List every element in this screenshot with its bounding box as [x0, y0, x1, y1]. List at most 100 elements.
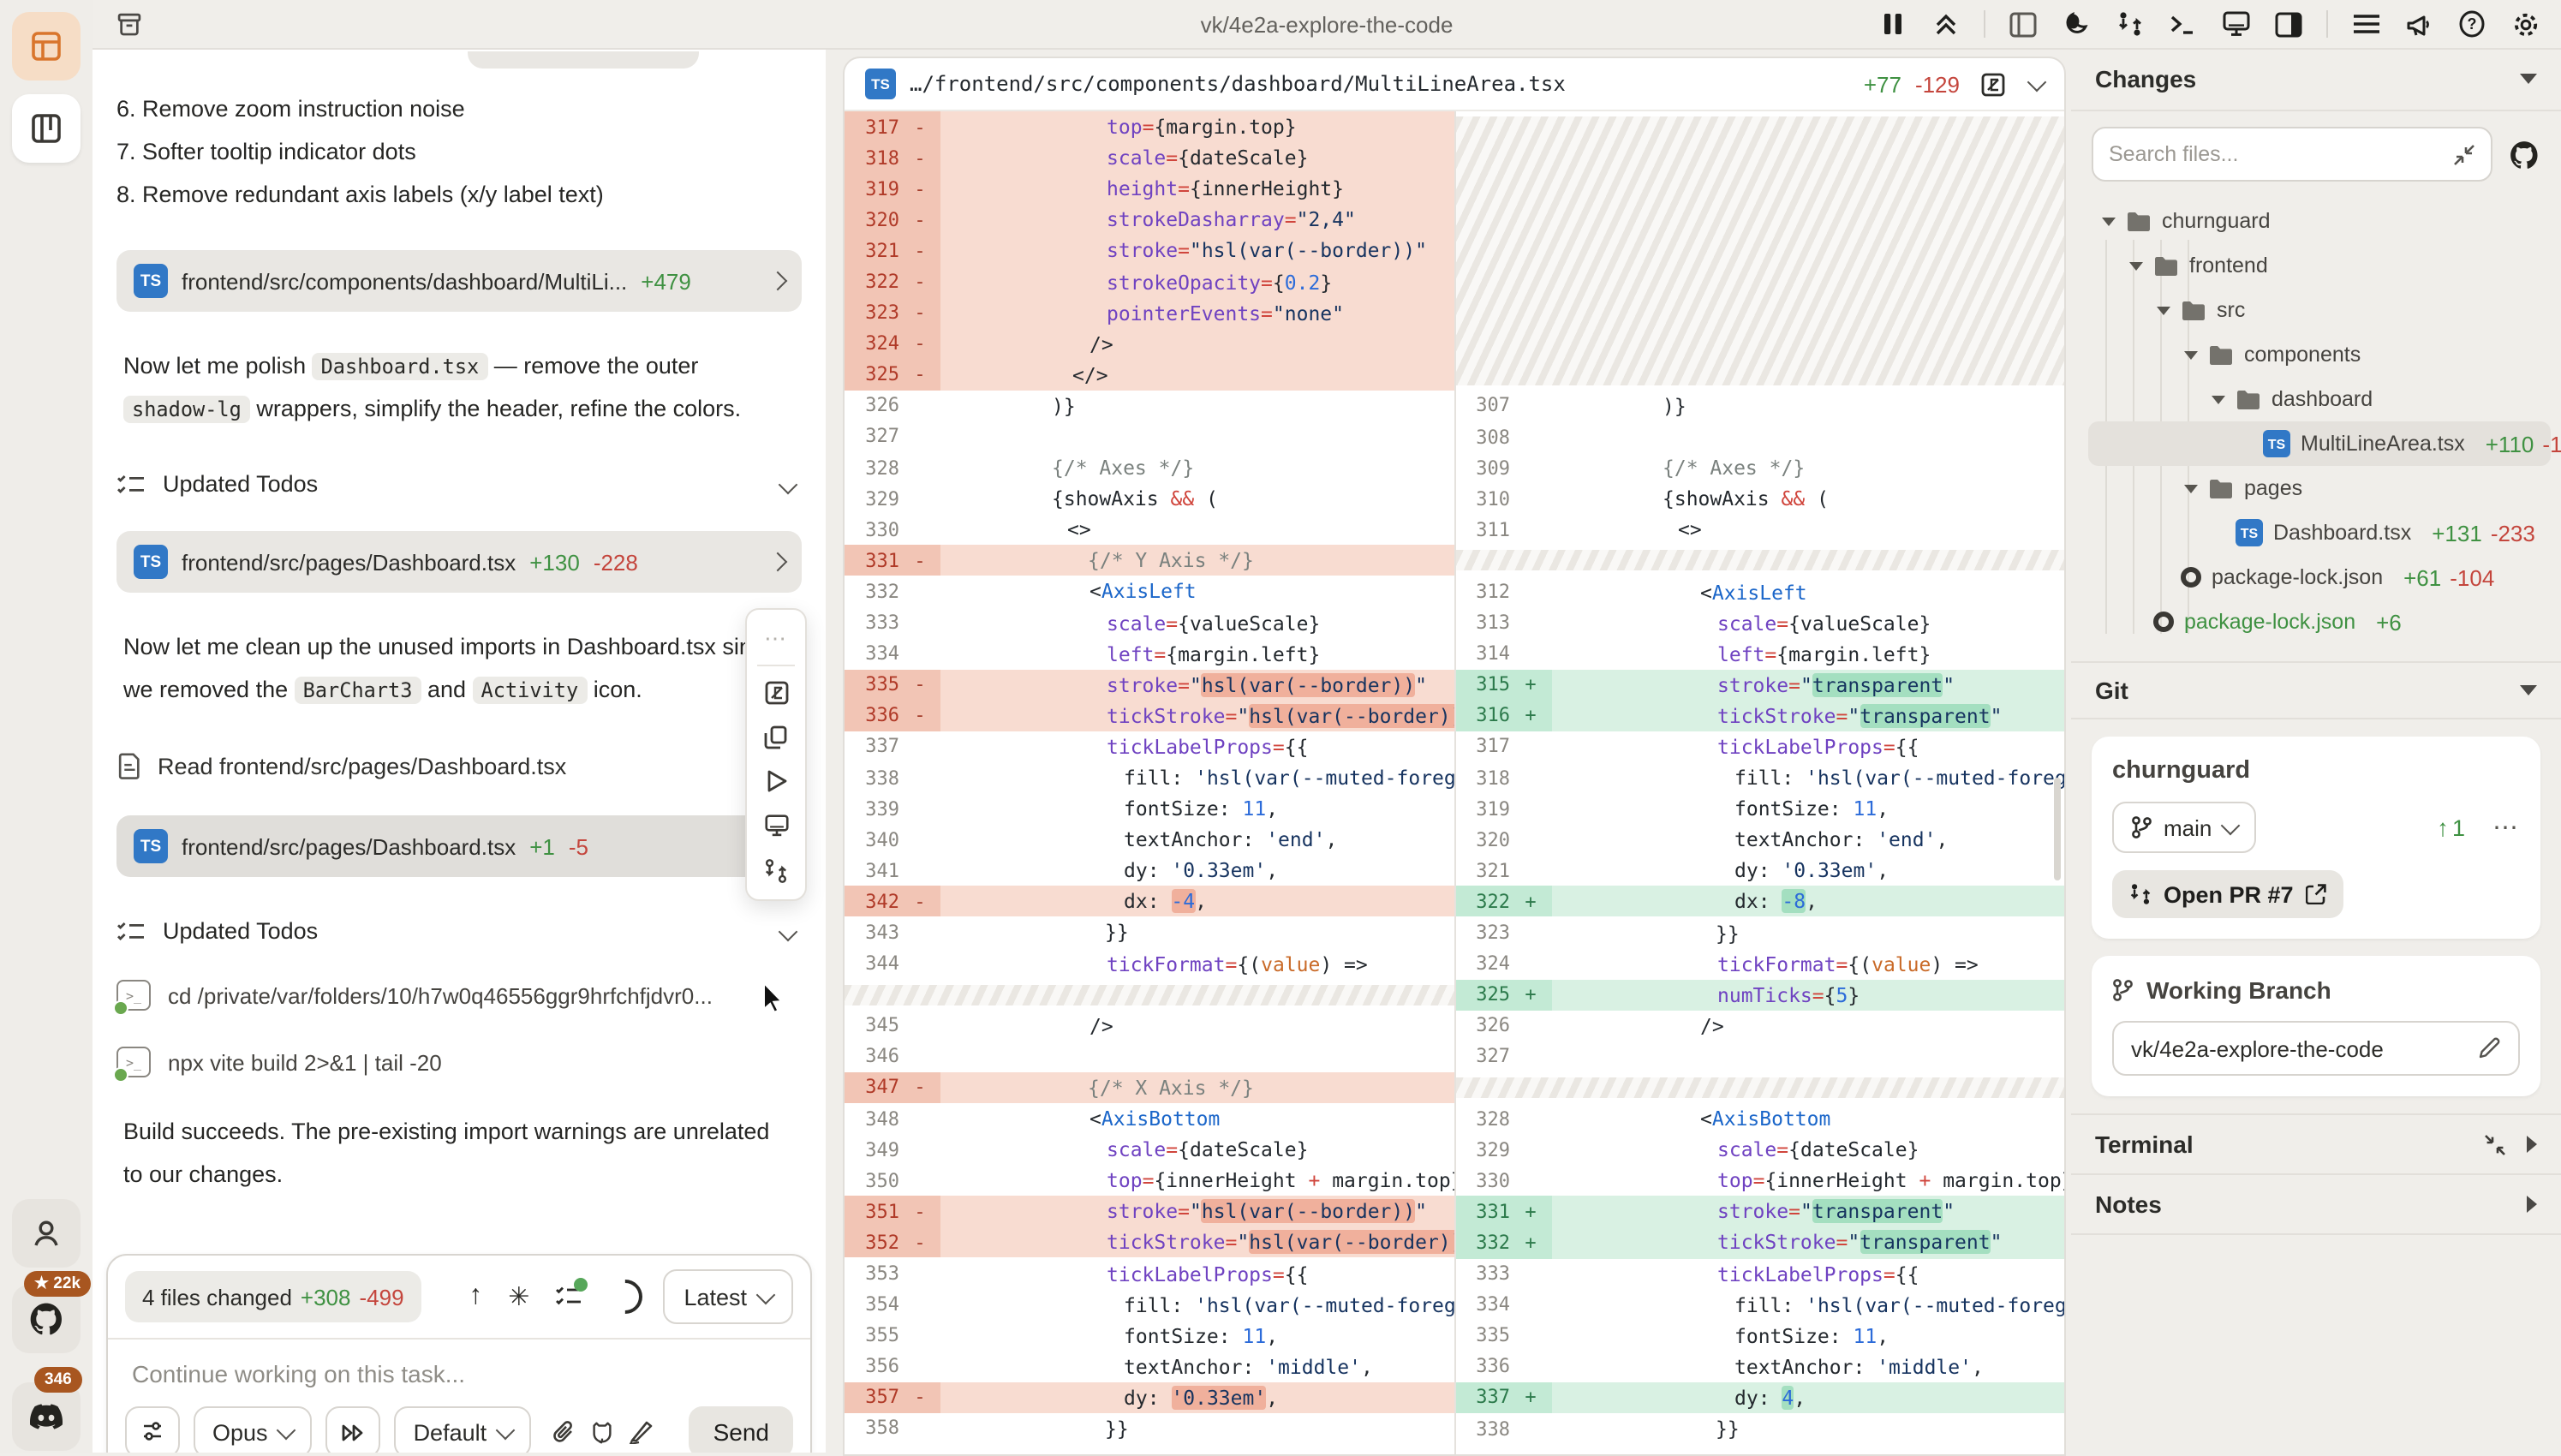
code-text: {showAxis && (: [940, 483, 1454, 514]
tree-folder-src[interactable]: src: [2088, 288, 2551, 332]
diff-line-context: 327: [845, 421, 1454, 452]
ellipsis-icon[interactable]: ⋯: [747, 617, 805, 661]
branch-dropdown[interactable]: main: [2112, 802, 2256, 853]
terminal-section-header[interactable]: Terminal: [2071, 1115, 2561, 1173]
git-compare-icon[interactable]: [2114, 9, 2145, 39]
settings-sliders-button[interactable]: [125, 1406, 180, 1453]
file-change-chip[interactable]: TSfrontend/src/pages/Dashboard.tsx+1-5: [116, 815, 802, 877]
line-number: 329: [845, 487, 899, 510]
line-number: 321: [1455, 860, 1510, 882]
diff-icon[interactable]: [747, 670, 805, 714]
git-compare-icon[interactable]: [747, 848, 805, 892]
mode-dropdown[interactable]: Default: [395, 1406, 532, 1453]
pause-icon[interactable]: [1877, 9, 1908, 39]
megaphone-icon[interactable]: [2403, 9, 2434, 39]
file-label: pages: [2244, 476, 2302, 500]
monitor-icon[interactable]: [2220, 9, 2251, 39]
diff-line-context: 335fontSize: 11,: [1455, 1320, 2064, 1351]
line-number: 337: [1455, 1387, 1510, 1409]
working-branch-input[interactable]: vk/4e2a-explore-the-code: [2112, 1021, 2520, 1076]
discord-button[interactable]: [12, 1382, 81, 1451]
diff-line-context: 345/>: [845, 1010, 1454, 1041]
panel-right-icon[interactable]: [2273, 9, 2304, 39]
tree-file-package-lock.json[interactable]: package-lock.json+61-104: [2088, 555, 2551, 600]
expand-icon[interactable]: [2484, 1133, 2506, 1155]
menu-icon[interactable]: [2350, 9, 2381, 39]
help-icon[interactable]: ?: [2457, 9, 2487, 39]
tree-folder-frontend[interactable]: frontend: [2088, 243, 2551, 288]
gear-icon[interactable]: [2510, 9, 2540, 39]
line-number: 317: [845, 116, 899, 138]
layout-panel-button[interactable]: [12, 12, 81, 81]
open-pr-button[interactable]: Open PR #7: [2112, 870, 2343, 918]
tree-file-dashboard.tsx[interactable]: TSDashboard.tsx+131-233: [2088, 510, 2551, 555]
diff-sign: +: [1510, 1201, 1551, 1223]
line-number: 330: [845, 519, 899, 541]
tree-file-multilinearea.tsx[interactable]: TSMultiLineArea.tsx+110-162: [2088, 421, 2551, 466]
file-label: churnguard: [2162, 209, 2271, 233]
terminal-prompt-icon[interactable]: [2167, 9, 2198, 39]
play-icon[interactable]: [747, 759, 805, 803]
terminal-command-row[interactable]: >_npx vite build 2>&1 | tail -20: [116, 1047, 802, 1077]
tree-file-package-lock.json[interactable]: package-lock.json+6: [2088, 600, 2551, 644]
line-number: 331: [1455, 1201, 1510, 1223]
updated-todos-row[interactable]: Updated Todos: [116, 471, 802, 497]
git-section-header[interactable]: Git: [2071, 663, 2561, 718]
send-button[interactable]: Send: [690, 1406, 793, 1453]
notes-section-header[interactable]: Notes: [2071, 1175, 2561, 1233]
diff-gutter: 338: [845, 762, 940, 793]
commits-ahead[interactable]: ↑1: [2437, 814, 2465, 841]
terminal-command-row[interactable]: >_cd /private/var/folders/10/h7w0q46556g…: [116, 980, 802, 1011]
github-cat-icon[interactable]: [589, 1419, 615, 1445]
code-token: stroke: [1107, 239, 1178, 263]
contrast-icon[interactable]: [2061, 9, 2092, 39]
github-icon[interactable]: [2508, 138, 2540, 170]
file-change-chip[interactable]: TSfrontend/src/components/dashboard/Mult…: [116, 250, 802, 312]
diff-gutter: 321-: [845, 236, 940, 266]
changes-section-header[interactable]: Changes: [2071, 48, 2561, 110]
todo-list-icon[interactable]: [555, 1285, 582, 1309]
signature-pen-icon[interactable]: [629, 1420, 654, 1444]
board-view-button[interactable]: [12, 94, 81, 163]
search-input[interactable]: Search files...: [2092, 127, 2492, 182]
attachment-icon[interactable]: [552, 1419, 576, 1445]
copy-icon[interactable]: [747, 714, 805, 759]
tree-folder-components[interactable]: components: [2088, 332, 2551, 377]
kanban-icon: [29, 111, 63, 146]
diff-line-removed: 352-tickStroke="hsl(var(--border))": [845, 1227, 1454, 1258]
conversation-scroll[interactable]: 6. Remove zoom instruction noise7. Softe…: [93, 48, 826, 1257]
code-token: ": [1415, 672, 1427, 696]
code-token: margin.top}: [1320, 1168, 1454, 1192]
version-dropdown[interactable]: Latest: [663, 1269, 793, 1324]
updated-todos-row[interactable]: Updated Todos: [116, 918, 802, 944]
tree-folder-dashboard[interactable]: dashboard: [2088, 377, 2551, 421]
panel-left-icon[interactable]: [2008, 9, 2039, 39]
diff-body[interactable]: 317-top={margin.top}318-scale={dateScale…: [845, 111, 2064, 1454]
diff-view-icon[interactable]: [1980, 71, 2006, 97]
scrollbar-thumb[interactable]: [2054, 778, 2061, 880]
list-item: 7. Softer tooltip indicator dots: [116, 130, 802, 173]
tree-folder-pages[interactable]: pages: [2088, 466, 2551, 510]
right-sidebar: Changes Search files... churnguard fronte…: [2071, 48, 2561, 1453]
files-changed-chip[interactable]: 4 files changed +308 -499: [125, 1271, 421, 1322]
collapse-tree-icon[interactable]: [2453, 143, 2475, 165]
model-dropdown[interactable]: Opus: [194, 1406, 313, 1453]
scroll-up-icon[interactable]: ↑: [469, 1281, 482, 1312]
file-change-chip[interactable]: TSfrontend/src/pages/Dashboard.tsx+130-2…: [116, 531, 802, 593]
edit-pencil-icon[interactable]: [2477, 1036, 2501, 1060]
collapse-diff-icon[interactable]: [2027, 72, 2047, 92]
monitor-icon[interactable]: [747, 803, 805, 848]
sparkle-icon[interactable]: ✳: [508, 1281, 529, 1312]
more-options-icon[interactable]: ⋯: [2492, 812, 2520, 843]
diff-line-removed: 351-stroke="hsl(var(--border))": [845, 1196, 1454, 1227]
account-button[interactable]: [12, 1199, 81, 1268]
read-file-row[interactable]: Read frontend/src/pages/Dashboard.tsx: [116, 752, 802, 781]
message-input[interactable]: Continue working on this task...: [108, 1340, 810, 1387]
fast-forward-button[interactable]: [326, 1406, 381, 1453]
code-token: tickLabelProps: [1717, 1262, 1883, 1286]
diff-gutter: 343: [845, 917, 940, 948]
tree-folder-churnguard[interactable]: churnguard: [2088, 199, 2551, 243]
chevrons-up-icon[interactable]: [1931, 9, 1961, 39]
diff-gutter: 329: [1455, 1134, 1551, 1165]
code-text: )}: [940, 391, 1454, 421]
